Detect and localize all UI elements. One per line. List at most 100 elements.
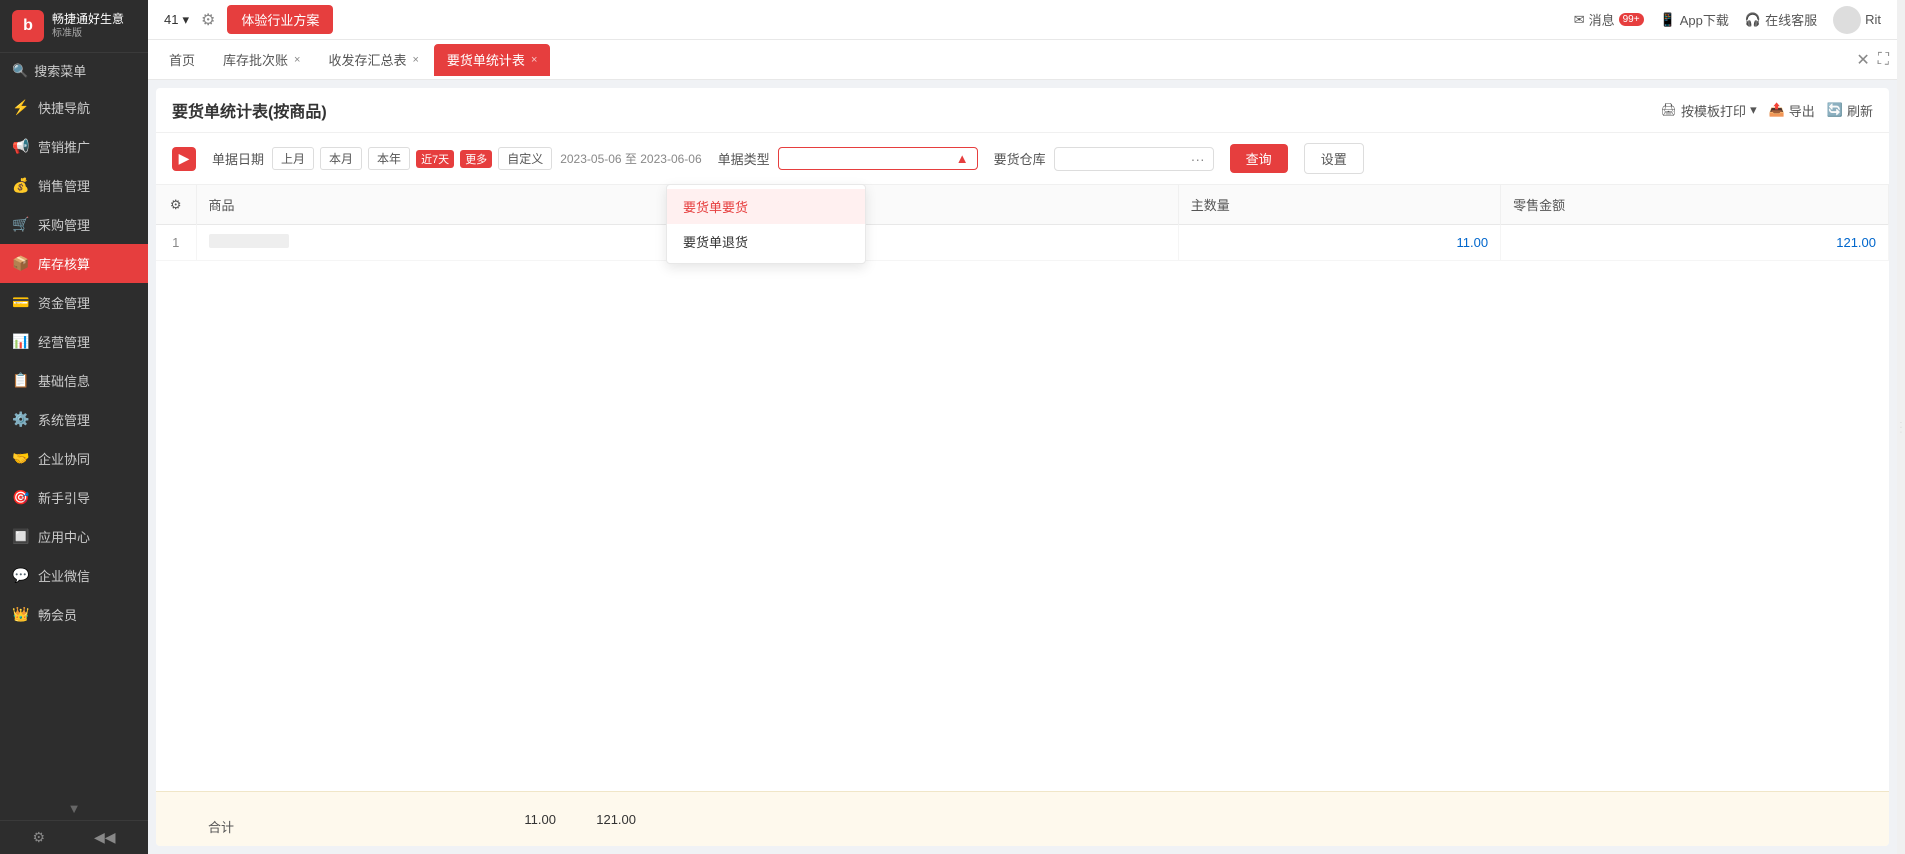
sidebar-item-inventory[interactable]: 📦 库存核算 (0, 244, 148, 283)
sidebar-item-enterprise-wechat[interactable]: 💬 企业微信 (0, 556, 148, 595)
col-quantity: 主数量 (1178, 185, 1500, 225)
header-gear-btn[interactable]: ⚙ (201, 10, 215, 30)
members-icon: 👑 (12, 606, 30, 624)
warehouse-select[interactable]: ··· (1054, 147, 1214, 171)
page-content: 要货单统计表(按商品) 🖨 按模板打印 ▾ 📤 导出 🔄 刷新 (148, 80, 1897, 854)
page-title: 要货单统计表(按商品) (172, 98, 327, 122)
warehouse-filter-label: 要货仓库 (994, 149, 1046, 168)
sidebar-nav: ⚡ 快捷导航 📢 营销推广 💰 销售管理 🛒 采购管理 📦 库存核算 💳 资金管… (0, 88, 148, 797)
sidebar-item-finance[interactable]: 💳 资金管理 (0, 283, 148, 322)
header-right: ✉ 消息 99+ 📱 App下载 🎧 在线客服 Rit (1574, 6, 1881, 34)
inner-page: 要货单统计表(按商品) 🖨 按模板打印 ▾ 📤 导出 🔄 刷新 (156, 88, 1889, 846)
query-btn[interactable]: 查询 (1230, 144, 1288, 173)
custom-date-btn[interactable]: 自定义 (498, 147, 552, 170)
sales-icon: 💰 (12, 177, 30, 195)
logo-icon: b (12, 10, 44, 42)
sidebar-item-purchase[interactable]: 🛒 采购管理 (0, 205, 148, 244)
sidebar-item-quick-nav[interactable]: ⚡ 快捷导航 (0, 88, 148, 127)
last-month-btn[interactable]: 上月 (272, 147, 314, 170)
sidebar-item-app-center[interactable]: 🔲 应用中心 (0, 517, 148, 556)
refresh-btn[interactable]: 🔄 刷新 (1827, 101, 1873, 120)
sidebar-item-enterprise[interactable]: 🤝 企业协同 (0, 439, 148, 478)
more-dates-btn[interactable]: 更多 (460, 150, 492, 168)
col-product: 商品 (196, 185, 725, 225)
footer-quantity: 11.00 (488, 812, 568, 827)
sidebar-item-members[interactable]: 👑 畅会员 (0, 595, 148, 634)
footer-amount: 121.00 (568, 812, 648, 827)
table-footer: 合计 11.00 121.00 (156, 791, 1889, 846)
sidebar-collapse-btn[interactable]: ◀◀ (94, 829, 116, 846)
user-profile[interactable]: Rit (1833, 6, 1881, 34)
warehouse-more-btn[interactable]: ··· (1191, 151, 1205, 167)
inventory-icon: 📦 (12, 255, 30, 273)
tab-batch-account[interactable]: 库存批次账 × (210, 44, 313, 76)
sidebar-item-operations[interactable]: 📊 经营管理 (0, 322, 148, 361)
tabs-right: ✕ ⛶ (1856, 50, 1889, 70)
type-filter-group: 单据类型 ▲ (718, 147, 978, 170)
table-header-row: ⚙ 商品 主计量单位 主数量 零售金额 (156, 185, 1889, 225)
search-menu[interactable]: 🔍 搜索菜单 (0, 53, 148, 88)
filter-bar: ▶ 单据日期 上月 本月 本年 近7天 更多 自定义 2023-05-06 至 … (156, 133, 1889, 185)
sidebar-item-marketing[interactable]: 📢 营销推广 (0, 127, 148, 166)
tab-close-receive-summary[interactable]: × (412, 54, 418, 66)
date-shortcuts: 上月 本月 本年 近7天 更多 自定义 (272, 147, 552, 170)
page-header-actions: 🖨 按模板打印 ▾ 📤 导出 🔄 刷新 (1661, 101, 1873, 120)
warehouse-filter-group: 要货仓库 ··· (994, 147, 1214, 171)
purchase-icon: 🛒 (12, 216, 30, 234)
close-all-tabs-btn[interactable]: ✕ (1856, 50, 1869, 70)
tabs-bar: 首页 库存批次账 × 收发存汇总表 × 要货单统计表 × ✕ ⛶ (148, 40, 1897, 80)
sidebar-item-sales[interactable]: 💰 销售管理 (0, 166, 148, 205)
print-dropdown-icon: ▾ (1750, 102, 1757, 118)
this-month-btn[interactable]: 本月 (320, 147, 362, 170)
date-range-display: 2023-05-06 至 2023-06-06 (560, 150, 701, 167)
page-header: 要货单统计表(按商品) 🖨 按模板打印 ▾ 📤 导出 🔄 刷新 (156, 88, 1889, 133)
logo-text: 畅捷通好生意 标准版 (52, 12, 124, 41)
guide-icon: 🎯 (12, 489, 30, 507)
col-amount: 零售金额 (1501, 185, 1889, 225)
right-resize-handle[interactable]: · · · (1897, 0, 1905, 854)
recent7-btn[interactable]: 近7天 (416, 150, 454, 168)
this-year-btn[interactable]: 本年 (368, 147, 410, 170)
phone-icon: 📱 (1660, 12, 1676, 28)
settings-btn[interactable]: 设置 (1304, 143, 1364, 174)
tab-home[interactable]: 首页 (156, 44, 208, 76)
tab-close-order-stats[interactable]: × (531, 54, 537, 66)
type-select-caret: ▲ (956, 151, 969, 166)
print-icon: 🖨 (1661, 102, 1678, 118)
type-select[interactable]: ▲ (778, 147, 978, 170)
sidebar-item-guide[interactable]: 🎯 新手引导 (0, 478, 148, 517)
headset-icon: 🎧 (1745, 12, 1761, 28)
avatar (1833, 6, 1861, 34)
tab-close-batch-account[interactable]: × (294, 54, 300, 66)
sidebar: b 畅捷通好生意 标准版 🔍 搜索菜单 ⚡ 快捷导航 📢 营销推广 💰 销售管理… (0, 0, 148, 854)
sidebar-item-system[interactable]: ⚙️ 系统管理 (0, 400, 148, 439)
fullscreen-btn[interactable]: ⛶ (1878, 51, 1889, 69)
dropdown-item-purchase-order[interactable]: 要货单要货 (667, 189, 865, 224)
marketing-icon: 📢 (12, 138, 30, 156)
col-settings[interactable]: ⚙ (156, 185, 196, 225)
date-filter-label: 单据日期 (212, 149, 264, 168)
filter-expand-btn[interactable]: ▶ (172, 147, 196, 171)
export-btn[interactable]: 📤 导出 (1769, 101, 1815, 120)
print-btn[interactable]: 🖨 按模板打印 ▾ (1661, 101, 1757, 120)
store-selector[interactable]: 41 ▾ (164, 12, 189, 28)
sidebar-footer: ⚙ ◀◀ (0, 820, 148, 854)
app-logo: b 畅捷通好生意 标准版 (0, 0, 148, 53)
sidebar-scroll-down[interactable]: ▼ (0, 797, 148, 820)
export-icon: 📤 (1769, 102, 1785, 118)
app-download-btn[interactable]: 📱 App下载 (1660, 10, 1729, 29)
sidebar-item-basic-info[interactable]: 📋 基础信息 (0, 361, 148, 400)
cell-amount: 121.00 (1501, 225, 1889, 261)
search-icon: 🔍 (12, 63, 28, 79)
cell-quantity: 11.00 (1178, 225, 1500, 261)
online-service-btn[interactable]: 🎧 在线客服 (1745, 10, 1817, 29)
dropdown-item-return-order[interactable]: 要货单退货 (667, 224, 865, 259)
trial-btn[interactable]: 体验行业方案 (227, 5, 333, 34)
cell-product (196, 225, 725, 261)
messages-btn[interactable]: ✉ 消息 99+ (1574, 10, 1644, 29)
tab-receive-summary[interactable]: 收发存汇总表 × (315, 44, 431, 76)
tab-order-stats[interactable]: 要货单统计表 × (434, 44, 550, 76)
store-dropdown-icon: ▾ (182, 12, 189, 28)
sidebar-settings-btn[interactable]: ⚙ (32, 829, 45, 846)
main-content: 41 ▾ ⚙ 体验行业方案 ✉ 消息 99+ 📱 App下载 🎧 在线客服 R (148, 0, 1897, 854)
